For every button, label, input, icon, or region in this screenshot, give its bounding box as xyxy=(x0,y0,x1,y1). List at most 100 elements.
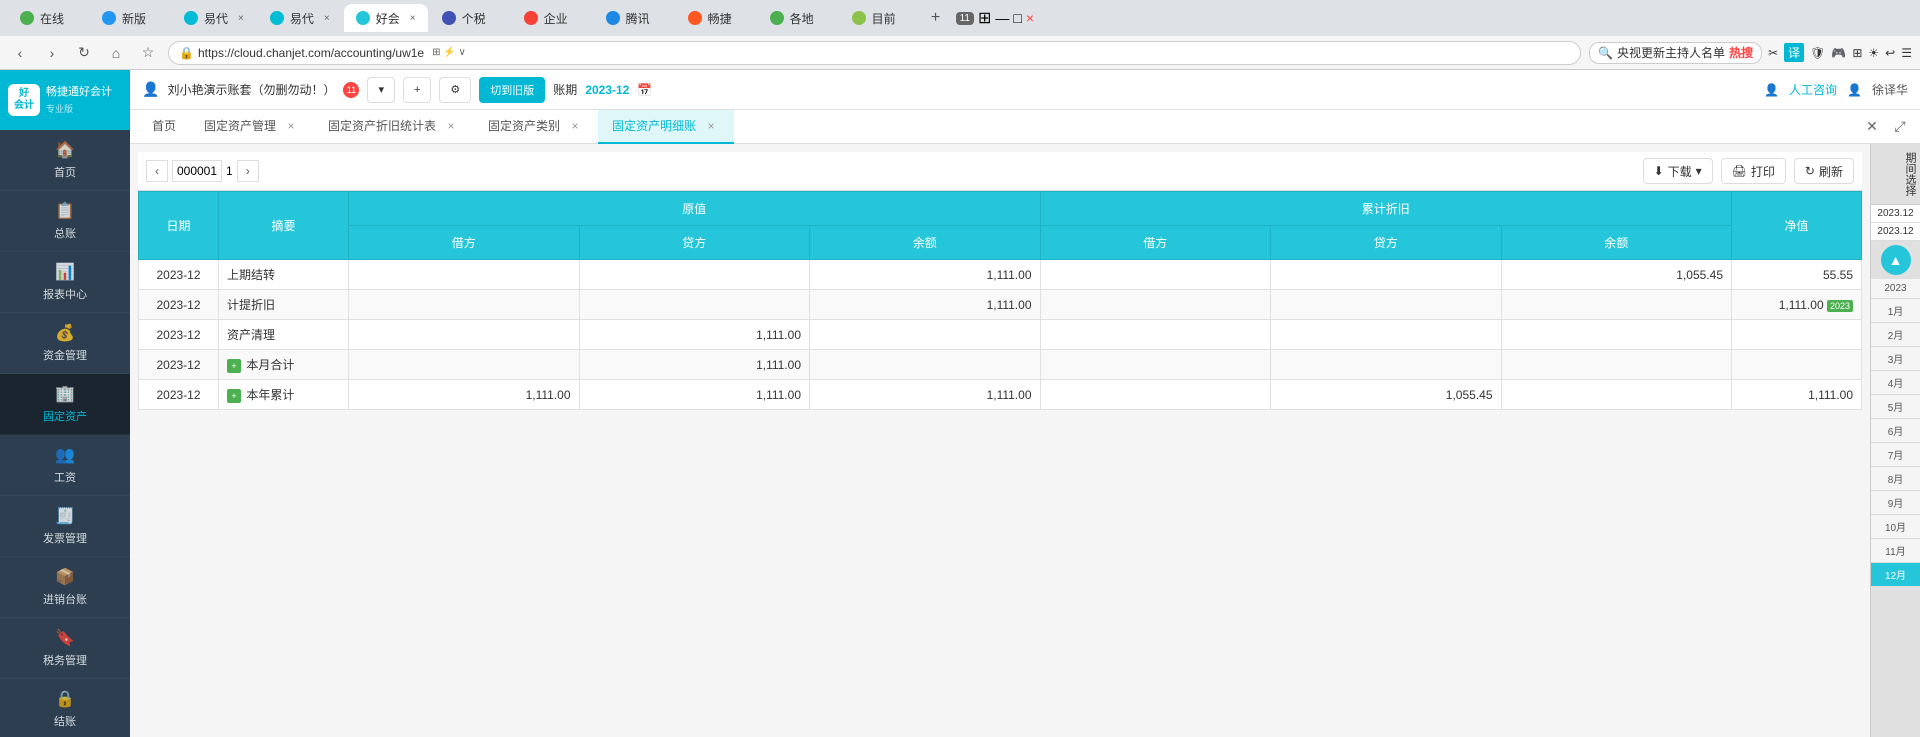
sidebar-item-home[interactable]: 🏠 首页 xyxy=(0,130,130,191)
tab-close-asset-category[interactable]: × xyxy=(566,117,584,135)
download-button[interactable]: ⬇ 下载 ▾ xyxy=(1643,158,1713,184)
period-month-6[interactable]: 6月 xyxy=(1871,419,1920,443)
settings-button[interactable]: ⚙ xyxy=(439,77,471,103)
close-all-tabs-button[interactable]: ✕ xyxy=(1860,115,1884,139)
period-month-4[interactable]: 4月 xyxy=(1871,371,1920,395)
sidebar-item-funds[interactable]: 💰 资金管理 xyxy=(0,313,130,374)
tools-icon-menu[interactable]: ☰ xyxy=(1901,46,1912,60)
tab-close-asset-ledger[interactable]: × xyxy=(702,117,720,135)
tab-asset-ledger[interactable]: 固定资产明细账 × xyxy=(598,110,734,144)
page-input[interactable] xyxy=(172,160,222,182)
period-selector-toggle[interactable]: 期间选择 xyxy=(1871,144,1920,205)
bookmark-button[interactable]: ☆ xyxy=(136,41,160,65)
back-button[interactable]: ‹ xyxy=(8,41,32,65)
period-month-3[interactable]: 3月 xyxy=(1871,347,1920,371)
tab-close-depreciation-stats[interactable]: × xyxy=(442,117,460,135)
browser-tab-7[interactable]: 企业 xyxy=(512,4,592,32)
period-month-2[interactable]: 2月 xyxy=(1871,323,1920,347)
browser-tab-9[interactable]: 畅捷 xyxy=(676,4,756,32)
browser-tab-4[interactable]: 易代 × xyxy=(258,4,342,32)
cell-accum-balance-3 xyxy=(1501,320,1732,350)
sidebar-item-inventory[interactable]: 📦 进销台账 xyxy=(0,557,130,618)
cell-summary-5: + 本年累计 xyxy=(219,380,349,410)
sidebar-item-tax[interactable]: 🔖 税务管理 xyxy=(0,618,130,679)
expand-button[interactable]: ⤢ xyxy=(1888,115,1912,139)
browser-tab-1[interactable]: 在线 xyxy=(8,4,88,32)
period-month-11[interactable]: 11月 xyxy=(1871,539,1920,563)
sidebar-label-funds: 资金管理 xyxy=(43,347,87,363)
browser-tab-11[interactable]: 目前 xyxy=(840,4,920,32)
sidebar-version: 专业版 xyxy=(46,102,112,115)
scroll-up-button[interactable]: ▲ xyxy=(1881,245,1911,275)
period-month-5[interactable]: 5月 xyxy=(1871,395,1920,419)
tab-asset-category[interactable]: 固定资产类别 × xyxy=(474,110,598,144)
close-window-icon[interactable]: × xyxy=(1026,10,1034,26)
tools-icon-game[interactable]: 🎮 xyxy=(1831,46,1846,60)
tools-icon-grid[interactable]: ⊞ xyxy=(1852,46,1862,60)
period-month-10[interactable]: 10月 xyxy=(1871,515,1920,539)
sidebar-item-invoice[interactable]: 🧾 发票管理 xyxy=(0,496,130,557)
sidebar-label-home: 首页 xyxy=(54,164,76,180)
next-page-button[interactable]: › xyxy=(237,160,259,182)
switch-version-button[interactable]: 切到旧版 xyxy=(479,77,545,103)
period-month-9[interactable]: 9月 xyxy=(1871,491,1920,515)
tab-close-5[interactable]: × xyxy=(410,13,416,24)
tools-icon-brightness[interactable]: ☀ xyxy=(1868,46,1879,60)
tools-icon-scissors[interactable]: ✂ xyxy=(1768,46,1778,60)
calendar-icon[interactable]: 📅 xyxy=(637,83,652,97)
tab-close-4[interactable]: × xyxy=(324,13,330,24)
tools-icon-shield[interactable]: 🛡 xyxy=(1810,46,1825,60)
tab-list-icon[interactable]: ⊞ xyxy=(978,8,991,28)
sidebar-item-payroll[interactable]: 👥 工资 xyxy=(0,435,130,496)
period-month-1[interactable]: 1月 xyxy=(1871,299,1920,323)
browser-tab-6[interactable]: 个税 xyxy=(430,4,510,32)
minimize-icon[interactable]: — xyxy=(995,10,1009,26)
notification-badge: 11 xyxy=(343,82,359,98)
tab-fixed-assets-mgmt-label: 固定资产管理 xyxy=(204,117,276,134)
refresh-button[interactable]: ↻ 刷新 xyxy=(1794,158,1854,184)
th-accumulated-depreciation: 累计折旧 xyxy=(1040,192,1732,226)
browser-tab-10[interactable]: 各地 xyxy=(758,4,838,32)
cell-date-5: 2023-12 xyxy=(139,380,219,410)
refresh-button[interactable]: ↻ xyxy=(72,41,96,65)
tab-close-3[interactable]: × xyxy=(238,13,244,24)
tab-home[interactable]: 首页 xyxy=(138,110,190,144)
period-month-7[interactable]: 7月 xyxy=(1871,443,1920,467)
add-account-button[interactable]: + xyxy=(403,77,431,103)
cell-accum-credit-5: 1,055.45 xyxy=(1271,380,1502,410)
cell-accum-credit-2 xyxy=(1271,290,1502,320)
period-value: 2023-12 xyxy=(585,83,629,97)
sidebar-item-ledger[interactable]: 📋 总账 xyxy=(0,191,130,252)
browser-tab-3[interactable]: 易代 × xyxy=(172,4,256,32)
support-label[interactable]: 人工咨询 xyxy=(1789,81,1837,98)
new-tab-button[interactable]: + xyxy=(922,4,950,32)
restore-icon[interactable]: □ xyxy=(1013,10,1021,26)
forward-button[interactable]: › xyxy=(40,41,64,65)
tools-icon-translate[interactable]: 译 xyxy=(1784,43,1804,62)
dropdown-button[interactable]: ▾ xyxy=(367,77,395,103)
home-button[interactable]: ⌂ xyxy=(104,41,128,65)
period-year-2023[interactable]: 2023 xyxy=(1871,279,1920,299)
sidebar-label-payroll: 工资 xyxy=(54,469,76,485)
sidebar-logo-text: 好会计 xyxy=(14,88,34,112)
tab-depreciation-stats[interactable]: 固定资产折旧统计表 × xyxy=(314,110,474,144)
sidebar-item-reports[interactable]: 📊 报表中心 xyxy=(0,252,130,313)
prev-page-button[interactable]: ‹ xyxy=(146,160,168,182)
sidebar-item-fixed-assets[interactable]: 🏢 固定资产 xyxy=(0,374,130,435)
address-bar[interactable]: 🔒 https://cloud.chanjet.com/accounting/u… xyxy=(168,41,1581,65)
sidebar-item-closing[interactable]: 🔒 结账 xyxy=(0,679,130,737)
tab-close-fixed-assets-mgmt[interactable]: × xyxy=(282,117,300,135)
print-button[interactable]: 🖨 打印 xyxy=(1721,158,1786,184)
search-box[interactable]: 🔍 央视更新主持人名单 热搜 xyxy=(1589,42,1762,64)
browser-tab-5[interactable]: 好会 × xyxy=(344,4,428,32)
cell-orig-credit-2 xyxy=(579,290,810,320)
cell-net-value-4 xyxy=(1732,350,1862,380)
tools-icon-undo[interactable]: ↩ xyxy=(1885,46,1895,60)
th-accum-balance: 余额 xyxy=(1501,226,1732,260)
cell-accum-credit-4 xyxy=(1271,350,1502,380)
period-month-12[interactable]: 12月 xyxy=(1871,563,1920,587)
browser-tab-2[interactable]: 新版 xyxy=(90,4,170,32)
browser-tab-8[interactable]: 腾讯 xyxy=(594,4,674,32)
tab-fixed-assets-mgmt[interactable]: 固定资产管理 × xyxy=(190,110,314,144)
period-month-8[interactable]: 8月 xyxy=(1871,467,1920,491)
